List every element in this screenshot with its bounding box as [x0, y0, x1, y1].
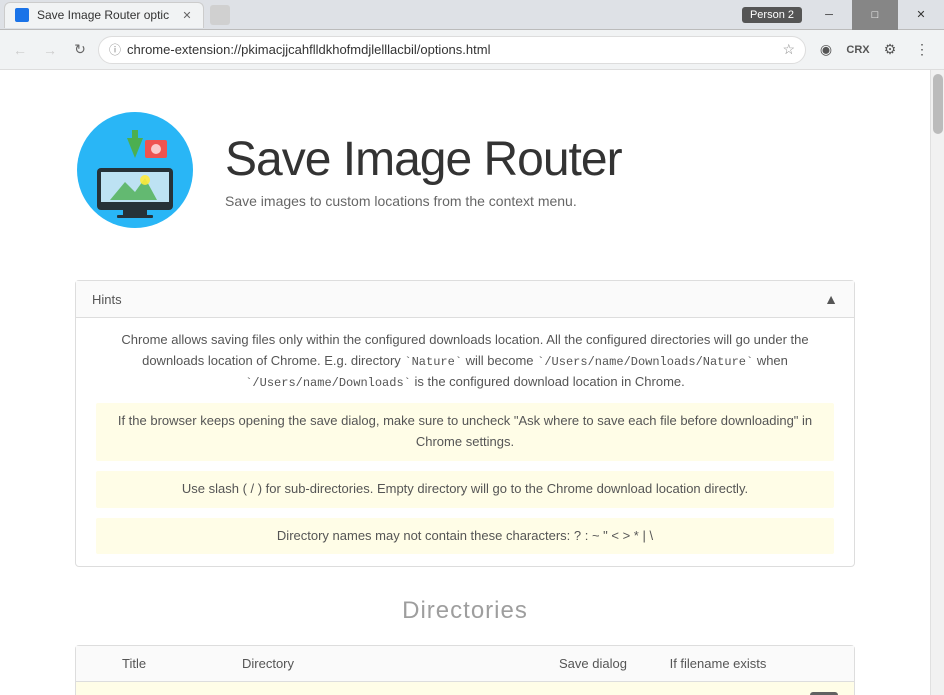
page-content: Save Image Router Save images to custom …	[35, 70, 895, 695]
directories-table: Title Directory Save dialog If filename …	[75, 645, 855, 695]
tab-favicon	[15, 8, 29, 22]
app-title: Save Image Router	[225, 132, 622, 187]
hints-code-downloads: `/Users/name/Downloads`	[245, 376, 411, 390]
refresh-button[interactable]: ↻	[68, 38, 92, 62]
app-subtitle: Save images to custom locations from the…	[225, 193, 622, 209]
hero-text: Save Image Router Save images to custom …	[225, 132, 622, 209]
new-tab-button[interactable]	[210, 5, 230, 25]
title-bar-left: Save Image Router optic ✕	[4, 2, 742, 28]
shield-icon[interactable]: ◉	[812, 36, 840, 64]
browser-content-wrapper: Save Image Router Save images to custom …	[0, 70, 944, 695]
hints-toggle-button[interactable]: ▲	[824, 291, 838, 307]
hints-text-2: If the browser keeps opening the save di…	[118, 413, 812, 449]
hints-box: Hints ▲ Chrome allows saving files only …	[75, 280, 855, 567]
hints-header: Hints ▲	[76, 281, 854, 318]
url-text: chrome-extension://pkimacjjcahflldkhofmd…	[127, 42, 776, 57]
hints-row-2: If the browser keeps opening the save di…	[96, 403, 834, 461]
hints-code-path: `/Users/name/Downloads/Nature`	[537, 355, 753, 369]
app-logo	[75, 110, 195, 230]
header-save-dialog: Save dialog	[538, 656, 648, 671]
crx-icon[interactable]: CRX	[844, 36, 872, 64]
directories-title: Directories	[75, 597, 855, 625]
hints-row-3: Use slash ( / ) for sub-directories. Emp…	[96, 471, 834, 508]
scrollbar-thumb[interactable]	[933, 74, 943, 134]
url-bar[interactable]: ⓘ chrome-extension://pkimacjjcahflldkhof…	[98, 36, 806, 64]
address-bar: ← → ↻ ⓘ chrome-extension://pkimacjjcahfl…	[0, 30, 944, 70]
hints-body: Chrome allows saving files only within t…	[76, 318, 854, 566]
browser-content: Save Image Router Save images to custom …	[0, 70, 930, 695]
forward-button[interactable]: →	[38, 38, 62, 62]
hints-title: Hints	[92, 292, 122, 307]
window-controls: Person 2 ─ □ ✕	[742, 0, 944, 30]
bookmark-icon[interactable]: ☆	[782, 41, 795, 58]
hints-code-nature: `Nature`	[404, 355, 462, 369]
maximize-button[interactable]: □	[852, 0, 898, 30]
toolbar-icons: ◉ CRX ⚙ ⋮	[812, 36, 936, 64]
hints-text-post: is the configured download location in C…	[411, 374, 685, 389]
lock-icon: ⓘ	[109, 41, 121, 58]
scrollbar-track[interactable]	[930, 70, 944, 695]
title-bar: Save Image Router optic ✕ Person 2 ─ □ ✕	[0, 0, 944, 30]
hints-row-4: Directory names may not contain these ch…	[96, 518, 834, 555]
tab-close-button[interactable]: ✕	[179, 7, 195, 23]
table-header: Title Directory Save dialog If filename …	[76, 646, 854, 682]
hints-text-4: Directory names may not contain these ch…	[277, 528, 653, 543]
back-button[interactable]: ←	[8, 38, 32, 62]
hints-text-3: Use slash ( / ) for sub-directories. Emp…	[182, 481, 748, 496]
close-button[interactable]: ✕	[898, 0, 944, 30]
person-label: Person 2	[742, 7, 802, 23]
header-if-exists: If filename exists	[648, 656, 788, 671]
extensions-icon[interactable]: ⚙	[876, 36, 904, 64]
hints-row-1: Chrome allows saving files only within t…	[96, 330, 834, 393]
hints-text-when: when	[753, 353, 788, 368]
header-title: Title	[122, 656, 242, 671]
tab-title: Save Image Router optic	[37, 8, 171, 22]
menu-button[interactable]: ⋮	[908, 36, 936, 64]
hero-section: Save Image Router Save images to custom …	[75, 90, 855, 250]
table-row: ☰ Default ✕ rename 🗑	[76, 682, 854, 695]
minimize-button[interactable]: ─	[806, 0, 852, 30]
header-directory: Directory	[242, 656, 538, 671]
hints-text-become: will become	[462, 353, 537, 368]
browser-tab[interactable]: Save Image Router optic ✕	[4, 2, 204, 28]
